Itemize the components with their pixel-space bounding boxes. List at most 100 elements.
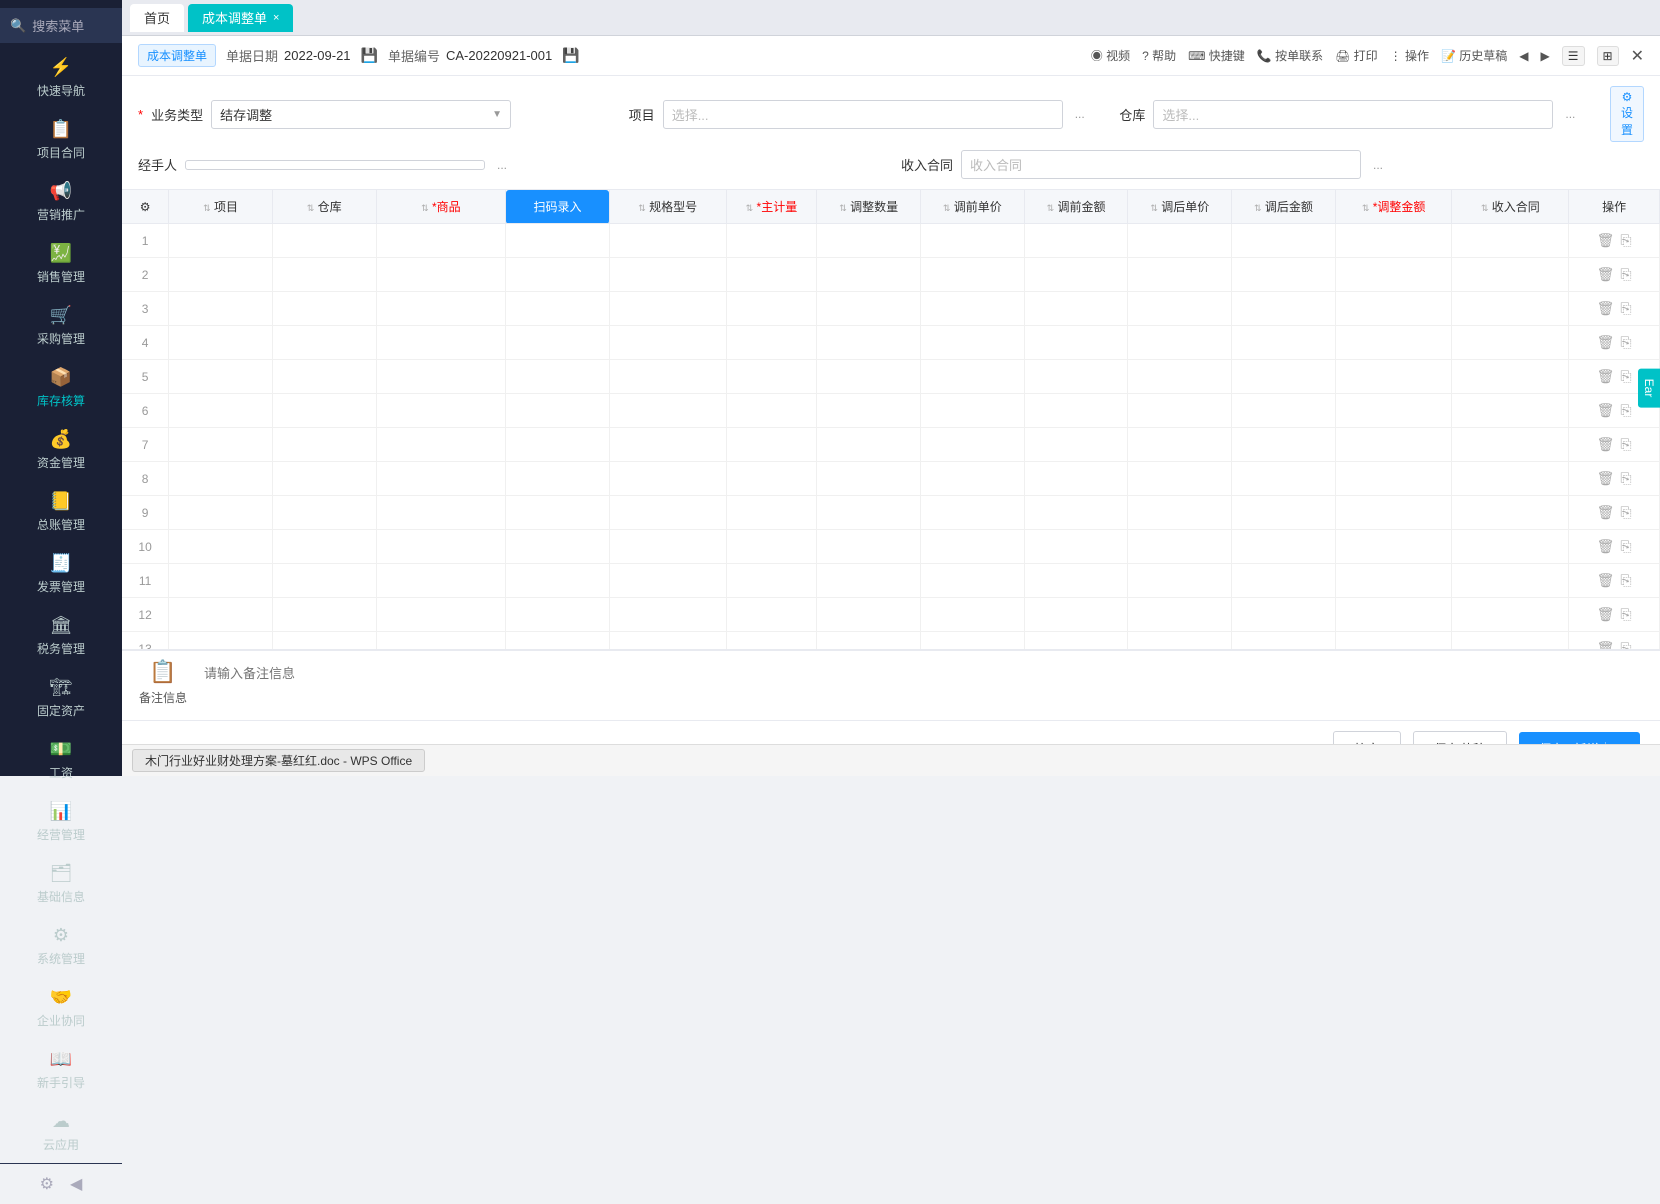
cell-scan[interactable] [506, 496, 610, 530]
project-ellipsis[interactable]: ... [1071, 107, 1089, 121]
cell-qty[interactable] [817, 632, 921, 651]
cell-qty[interactable] [817, 530, 921, 564]
cell-scan[interactable] [506, 462, 610, 496]
sidebar-item-payroll[interactable]: 💵 工资 [0, 729, 122, 791]
copy-icon[interactable]: ⎘ [1620, 402, 1631, 419]
cell-amount-after[interactable] [1232, 360, 1336, 394]
cell-amount-before[interactable] [1024, 598, 1128, 632]
delete-icon[interactable]: 🗑 [1597, 232, 1615, 249]
cell-warehouse[interactable] [272, 394, 376, 428]
window-close[interactable]: ✕ [1631, 46, 1644, 66]
cell-unit[interactable] [726, 360, 817, 394]
cell-price-before[interactable] [921, 224, 1025, 258]
cell-price-before[interactable] [921, 428, 1025, 462]
cell-qty[interactable] [817, 224, 921, 258]
cell-scan[interactable] [506, 224, 610, 258]
cell-price-before[interactable] [921, 394, 1025, 428]
copy-icon[interactable]: ⎘ [1620, 368, 1631, 385]
action-operate[interactable]: ⋮ 操作 [1390, 47, 1429, 64]
cell-adjust[interactable] [1335, 496, 1452, 530]
cell-qty[interactable] [817, 564, 921, 598]
copy-icon[interactable]: ⎘ [1620, 300, 1631, 317]
cell-amount-after[interactable] [1232, 292, 1336, 326]
copy-icon[interactable]: ⎘ [1620, 538, 1631, 555]
cell-price-after[interactable] [1128, 394, 1232, 428]
cell-product[interactable] [376, 598, 506, 632]
cell-scan[interactable] [506, 632, 610, 651]
cell-product[interactable] [376, 292, 506, 326]
cell-product[interactable] [376, 258, 506, 292]
income-ellipsis[interactable]: ... [1369, 158, 1387, 172]
cell-adjust[interactable] [1335, 326, 1452, 360]
cell-project[interactable] [169, 258, 273, 292]
cell-price-after[interactable] [1128, 360, 1232, 394]
cell-amount-after[interactable] [1232, 530, 1336, 564]
cell-amount-before[interactable] [1024, 394, 1128, 428]
delete-icon[interactable]: 🗑 [1597, 368, 1615, 385]
cell-income[interactable] [1452, 360, 1569, 394]
cell-project[interactable] [169, 224, 273, 258]
copy-icon[interactable]: ⎘ [1620, 504, 1631, 521]
cell-product[interactable] [376, 462, 506, 496]
cell-unit[interactable] [726, 224, 817, 258]
cell-adjust[interactable] [1335, 564, 1452, 598]
sidebar-item-sales-promo[interactable]: 📢 营销推广 [0, 171, 122, 233]
tab-close-icon[interactable]: × [273, 12, 279, 24]
sidebar-item-inventory[interactable]: 📦 库存核算 [0, 357, 122, 419]
cell-unit[interactable] [726, 258, 817, 292]
cell-price-after[interactable] [1128, 292, 1232, 326]
cell-spec[interactable] [609, 258, 726, 292]
cell-adjust[interactable] [1335, 292, 1452, 326]
right-edge-tab[interactable]: Ear [1638, 369, 1660, 408]
cell-adjust[interactable] [1335, 258, 1452, 292]
delete-icon[interactable]: 🗑 [1597, 402, 1615, 419]
cell-adjust[interactable] [1335, 428, 1452, 462]
cell-project[interactable] [169, 598, 273, 632]
sidebar-item-quicknav[interactable]: ⚡ 快速导航 [0, 47, 122, 109]
cell-scan[interactable] [506, 394, 610, 428]
cell-adjust[interactable] [1335, 224, 1452, 258]
cell-spec[interactable] [609, 632, 726, 651]
cell-unit[interactable] [726, 394, 817, 428]
cell-spec[interactable] [609, 394, 726, 428]
delete-icon[interactable]: 🗑 [1597, 538, 1615, 555]
sidebar-item-sales-mgmt[interactable]: 💹 销售管理 [0, 233, 122, 295]
cell-scan[interactable] [506, 326, 610, 360]
cell-project[interactable] [169, 394, 273, 428]
settings-button[interactable]: ⚙ 设置 [1610, 86, 1644, 142]
copy-icon[interactable]: ⎘ [1620, 266, 1631, 283]
notes-input[interactable] [200, 659, 1644, 697]
sidebar-item-project-contract[interactable]: 📋 项目合同 [0, 109, 122, 171]
copy-icon[interactable]: ⎘ [1620, 436, 1631, 453]
sidebar-item-enterprise[interactable]: 🤝 企业协同 [0, 977, 122, 1039]
handler-ellipsis[interactable]: ... [493, 158, 511, 172]
cell-project[interactable] [169, 564, 273, 598]
cell-spec[interactable] [609, 326, 726, 360]
cell-project[interactable] [169, 496, 273, 530]
sidebar-item-base-info[interactable]: 🗂 基础信息 [0, 853, 122, 915]
action-contact[interactable]: 📞 按单联系 [1257, 47, 1323, 64]
cell-amount-before[interactable] [1024, 462, 1128, 496]
delete-icon[interactable]: 🗑 [1597, 504, 1615, 521]
sidebar-item-tax[interactable]: 🏛 税务管理 [0, 605, 122, 667]
copy-icon[interactable]: ⎘ [1620, 232, 1631, 249]
cell-price-before[interactable] [921, 258, 1025, 292]
cell-project[interactable] [169, 360, 273, 394]
cell-price-before[interactable] [921, 462, 1025, 496]
cell-project[interactable] [169, 632, 273, 651]
copy-icon[interactable]: ⎘ [1620, 640, 1631, 650]
cell-spec[interactable] [609, 224, 726, 258]
cell-amount-after[interactable] [1232, 564, 1336, 598]
settings-icon[interactable]: ⚙ [40, 1174, 54, 1194]
sidebar-search[interactable]: 🔍 搜索菜单 [0, 8, 122, 43]
cell-price-after[interactable] [1128, 564, 1232, 598]
copy-icon[interactable]: ⎘ [1620, 470, 1631, 487]
cell-income[interactable] [1452, 428, 1569, 462]
cell-unit[interactable] [726, 428, 817, 462]
copy-icon[interactable]: ⎘ [1620, 606, 1631, 623]
cell-warehouse[interactable] [272, 632, 376, 651]
action-print[interactable]: 🖨 打印 [1335, 47, 1378, 64]
cell-qty[interactable] [817, 394, 921, 428]
cell-price-before[interactable] [921, 292, 1025, 326]
cell-amount-before[interactable] [1024, 224, 1128, 258]
